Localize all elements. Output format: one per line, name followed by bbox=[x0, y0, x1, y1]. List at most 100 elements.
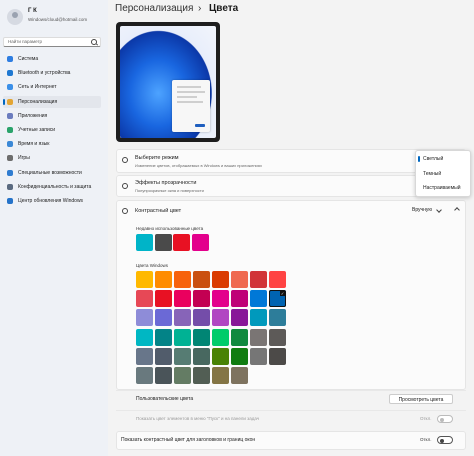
mode-option[interactable]: Светлый bbox=[416, 152, 470, 166]
mode-subtitle: Изменение цветов, отображаемых в Windows… bbox=[135, 163, 262, 168]
sidebar-item[interactable]: Сеть и Интернет bbox=[3, 81, 101, 93]
sidebar-item[interactable]: Время и язык bbox=[3, 138, 101, 150]
sidebar-item-icon bbox=[7, 70, 13, 77]
windows-color-swatch[interactable] bbox=[155, 271, 172, 288]
windows-color-swatch[interactable] bbox=[155, 290, 172, 308]
windows-color-swatch[interactable] bbox=[212, 367, 229, 384]
toggle-knob bbox=[440, 438, 444, 443]
windows-color-swatch[interactable] bbox=[174, 309, 191, 327]
sidebar-item[interactable]: Bluetooth и устройства bbox=[3, 67, 101, 79]
sidebar-item[interactable]: Система bbox=[3, 53, 101, 65]
windows-color-swatch[interactable] bbox=[155, 367, 172, 384]
windows-color-swatch[interactable] bbox=[136, 347, 153, 365]
sidebar-item-icon bbox=[7, 56, 13, 62]
windows-color-swatch[interactable] bbox=[193, 309, 210, 327]
windows-color-swatch[interactable] bbox=[212, 347, 229, 365]
sidebar-item[interactable]: Конфиденциальность и защита bbox=[3, 181, 101, 193]
windows-color-swatch[interactable] bbox=[136, 309, 153, 327]
windows-color-swatch[interactable] bbox=[250, 347, 267, 365]
windows-color-swatch[interactable] bbox=[155, 328, 172, 346]
windows-color-swatch[interactable] bbox=[155, 347, 172, 365]
title-bars-state: Откл. bbox=[420, 437, 432, 442]
accent-title: Контрастный цвет bbox=[135, 208, 182, 214]
windows-color-swatch[interactable] bbox=[212, 328, 229, 346]
windows-color-swatch[interactable] bbox=[250, 290, 267, 308]
windows-color-swatch[interactable] bbox=[136, 328, 153, 346]
windows-color-swatch[interactable] bbox=[269, 309, 286, 327]
windows-color-swatch[interactable] bbox=[269, 271, 286, 288]
windows-color-swatch[interactable] bbox=[174, 290, 191, 308]
palette-icon bbox=[122, 157, 128, 163]
view-colors-label: Просмотреть цвета bbox=[398, 397, 444, 403]
sidebar-item-label: Конфиденциальность и защита bbox=[18, 183, 92, 190]
start-taskbar-state: Откл. bbox=[420, 416, 432, 421]
windows-color-swatch[interactable] bbox=[174, 367, 191, 384]
sidebar-item-label: Персонализация bbox=[18, 98, 58, 105]
sidebar-item[interactable]: Центр обновления Windows bbox=[3, 195, 101, 207]
windows-color-swatch[interactable] bbox=[231, 271, 248, 288]
windows-color-swatch[interactable] bbox=[250, 271, 267, 288]
accent-mode-select[interactable]: Вручную bbox=[397, 205, 442, 215]
windows-color-swatch[interactable] bbox=[231, 367, 248, 384]
recent-color-swatch[interactable] bbox=[191, 234, 209, 251]
sidebar-item-label: Специальные возможности bbox=[18, 169, 82, 176]
mode-option[interactable]: Настраиваемый bbox=[416, 181, 470, 195]
breadcrumb: Персонализация › Цвета bbox=[115, 0, 474, 22]
windows-color-swatch[interactable] bbox=[250, 309, 267, 327]
sidebar-item-label: Система bbox=[18, 56, 39, 62]
sidebar: Г К Windows/cloud@hotmail.com Найти пара… bbox=[0, 0, 108, 456]
windows-color-swatch[interactable] bbox=[269, 347, 286, 365]
windows-color-swatch[interactable] bbox=[136, 290, 153, 308]
windows-color-swatch[interactable] bbox=[231, 290, 248, 308]
toggle-knob bbox=[440, 417, 444, 422]
title-bars-toggle[interactable] bbox=[437, 436, 453, 444]
transparency-icon bbox=[122, 183, 128, 189]
user-profile[interactable]: Г К Windows/cloud@hotmail.com bbox=[4, 8, 108, 28]
sidebar-item[interactable]: Персонализация bbox=[3, 95, 101, 108]
user-name: Г К bbox=[28, 8, 37, 14]
mode-option[interactable]: Темный bbox=[416, 167, 470, 181]
windows-color-swatch[interactable] bbox=[231, 347, 248, 365]
sidebar-item[interactable]: Специальные возможности bbox=[3, 167, 101, 179]
sidebar-item[interactable]: Приложения bbox=[3, 110, 101, 122]
sidebar-item-label: Приложения bbox=[18, 112, 48, 119]
recent-color-swatch[interactable] bbox=[173, 234, 190, 251]
windows-color-swatch[interactable] bbox=[250, 328, 267, 346]
windows-color-swatch[interactable] bbox=[193, 290, 210, 308]
windows-color-swatch[interactable] bbox=[231, 309, 248, 327]
preview-accent-button bbox=[195, 124, 205, 127]
windows-color-swatch[interactable] bbox=[212, 309, 229, 327]
sidebar-item-label: Время и язык bbox=[18, 141, 50, 148]
windows-color-swatch[interactable] bbox=[193, 347, 210, 365]
view-colors-button[interactable]: Просмотреть цвета bbox=[389, 394, 453, 404]
windows-color-swatch[interactable] bbox=[193, 328, 210, 346]
page-title: Цвета bbox=[209, 3, 239, 14]
recent-color-swatch[interactable] bbox=[154, 234, 172, 251]
windows-color-swatch[interactable] bbox=[231, 328, 248, 346]
windows-color-swatch[interactable] bbox=[174, 347, 191, 365]
search-input[interactable]: Найти параметр bbox=[3, 37, 101, 47]
transparency-card: Эффекты прозрачности Полупрозрачные окна… bbox=[116, 175, 466, 197]
accent-icon bbox=[122, 208, 128, 214]
windows-color-swatch[interactable] bbox=[193, 367, 210, 384]
windows-color-swatch[interactable] bbox=[212, 290, 229, 308]
sidebar-item-icon bbox=[7, 98, 13, 105]
windows-color-swatch[interactable]: ✓ bbox=[269, 290, 286, 308]
windows-color-swatch[interactable] bbox=[269, 328, 286, 346]
mode-card: Выберите режим Изменение цветов, отображ… bbox=[116, 149, 466, 173]
windows-color-swatch[interactable] bbox=[174, 271, 191, 288]
breadcrumb-parent[interactable]: Персонализация bbox=[115, 3, 193, 14]
windows-color-swatch[interactable] bbox=[155, 309, 172, 327]
windows-color-swatch[interactable] bbox=[212, 271, 229, 288]
windows-color-swatch[interactable] bbox=[193, 271, 210, 288]
transparency-subtitle: Полупрозрачные окна и поверхности bbox=[135, 188, 204, 193]
mode-title: Выберите режим bbox=[135, 155, 179, 161]
start-taskbar-toggle[interactable] bbox=[437, 415, 453, 423]
title-bars-label: Показать контрастный цвет для заголовков… bbox=[121, 437, 256, 443]
sidebar-item[interactable]: Игры bbox=[3, 152, 101, 164]
recent-color-swatch[interactable] bbox=[136, 234, 153, 251]
sidebar-item[interactable]: Учетные записи bbox=[3, 124, 101, 136]
windows-color-swatch[interactable] bbox=[174, 328, 191, 346]
windows-color-swatch[interactable] bbox=[136, 271, 153, 288]
windows-color-swatch[interactable] bbox=[136, 367, 153, 384]
